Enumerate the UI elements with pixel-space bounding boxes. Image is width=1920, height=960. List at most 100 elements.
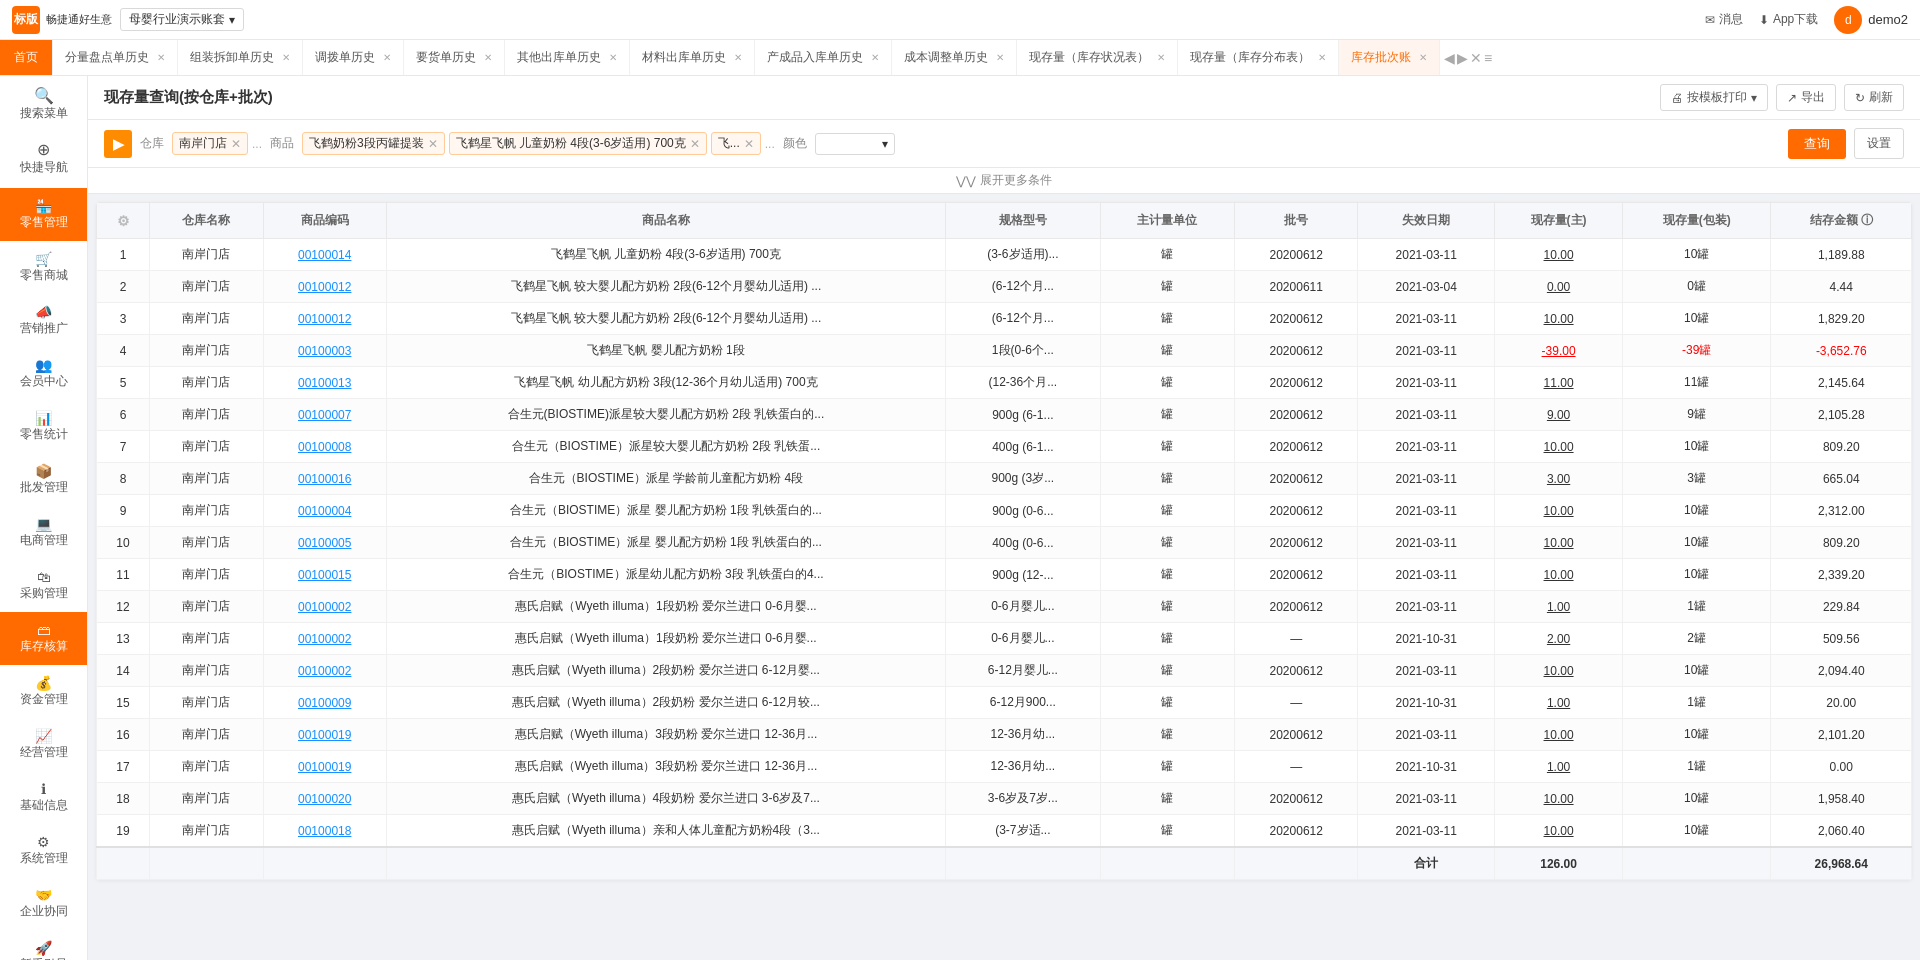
- tab-close-icon[interactable]: ✕: [1470, 50, 1482, 66]
- query-btn[interactable]: 查询: [1788, 129, 1846, 159]
- close-tab-icon[interactable]: ✕: [1157, 52, 1165, 63]
- row-code[interactable]: 00100019: [263, 719, 386, 751]
- tab-next-icon[interactable]: ▶: [1457, 50, 1468, 66]
- tab-inventory-dist[interactable]: 现存量（库存分布表） ✕: [1178, 40, 1339, 76]
- expand-more-conditions[interactable]: ⋁⋁ 展开更多条件: [88, 168, 1920, 194]
- row-qty-main[interactable]: 1.00: [1495, 591, 1623, 623]
- tab-product-inbound[interactable]: 产成品入库单历史 ✕: [755, 40, 892, 76]
- row-qty-main[interactable]: 10.00: [1495, 719, 1623, 751]
- sidebar-item-marketing[interactable]: 📣 营销推广: [0, 294, 87, 347]
- row-code[interactable]: 00100003: [263, 335, 386, 367]
- close-tab-icon[interactable]: ✕: [734, 52, 742, 63]
- row-code[interactable]: 00100013: [263, 367, 386, 399]
- close-tab-icon[interactable]: ✕: [484, 52, 492, 63]
- close-tab-icon[interactable]: ✕: [1419, 52, 1427, 63]
- row-code[interactable]: 00100008: [263, 431, 386, 463]
- row-qty-main[interactable]: 9.00: [1495, 399, 1623, 431]
- remove-warehouse-tag[interactable]: ✕: [231, 137, 241, 151]
- tab-other-outbound[interactable]: 其他出库单历史 ✕: [505, 40, 630, 76]
- tab-mix[interactable]: 调拨单历史 ✕: [303, 40, 404, 76]
- row-code[interactable]: 00100020: [263, 783, 386, 815]
- tab-cost-adjust[interactable]: 成本调整单历史 ✕: [892, 40, 1017, 76]
- message-btn[interactable]: ✉ 消息: [1705, 11, 1743, 28]
- remove-product-more[interactable]: ✕: [744, 137, 754, 151]
- row-code[interactable]: 00100005: [263, 527, 386, 559]
- row-qty-main[interactable]: 0.00: [1495, 271, 1623, 303]
- sidebar-item-inventory[interactable]: 🗃 库存核算: [0, 612, 87, 665]
- tab-partial-inventory[interactable]: 分量盘点单历史 ✕: [53, 40, 178, 76]
- filter-expand-btn[interactable]: ▶: [104, 130, 132, 158]
- product-more[interactable]: ...: [765, 137, 775, 151]
- print-btn[interactable]: 🖨 按模板打印 ▾: [1660, 84, 1768, 111]
- row-qty-main[interactable]: 10.00: [1495, 303, 1623, 335]
- sidebar-search[interactable]: 🔍 搜索菜单: [0, 76, 87, 132]
- sidebar-item-operations[interactable]: 📈 经营管理: [0, 718, 87, 771]
- color-select[interactable]: ▾: [815, 133, 895, 155]
- row-code[interactable]: 00100012: [263, 303, 386, 335]
- sidebar-item-retail-stats[interactable]: 📊 零售统计: [0, 400, 87, 453]
- row-code[interactable]: 00100018: [263, 815, 386, 848]
- close-tab-icon[interactable]: ✕: [1318, 52, 1326, 63]
- row-code[interactable]: 00100009: [263, 687, 386, 719]
- tab-inventory-status[interactable]: 现存量（库存状况表） ✕: [1017, 40, 1178, 76]
- sidebar-item-ecommerce[interactable]: 💻 电商管理: [0, 506, 87, 559]
- sidebar-item-wholesale[interactable]: 📦 批发管理: [0, 453, 87, 506]
- user-avatar[interactable]: d demo2: [1834, 6, 1908, 34]
- row-code[interactable]: 00100004: [263, 495, 386, 527]
- setting-btn[interactable]: 设置: [1854, 128, 1904, 159]
- row-qty-main[interactable]: 10.00: [1495, 239, 1623, 271]
- refresh-btn[interactable]: ↻ 刷新: [1844, 84, 1904, 111]
- row-code[interactable]: 00100015: [263, 559, 386, 591]
- row-code[interactable]: 00100016: [263, 463, 386, 495]
- row-qty-main[interactable]: 10.00: [1495, 655, 1623, 687]
- sidebar-item-retail[interactable]: 🏪 零售管理: [0, 188, 87, 241]
- tab-selector[interactable]: 母婴行业演示账套 ▾: [120, 8, 244, 31]
- row-qty-main[interactable]: 1.00: [1495, 687, 1623, 719]
- row-qty-main[interactable]: 1.00: [1495, 751, 1623, 783]
- close-tab-icon[interactable]: ✕: [157, 52, 165, 63]
- tab-disassemble[interactable]: 组装拆卸单历史 ✕: [178, 40, 303, 76]
- row-code[interactable]: 00100002: [263, 623, 386, 655]
- sidebar-item-retail-shop[interactable]: 🛒 零售商城: [0, 241, 87, 294]
- close-tab-icon[interactable]: ✕: [996, 52, 1004, 63]
- row-qty-main[interactable]: 10.00: [1495, 559, 1623, 591]
- tab-menu-icon[interactable]: ≡: [1484, 50, 1492, 66]
- row-qty-main[interactable]: 10.00: [1495, 815, 1623, 848]
- remove-product-tag-1[interactable]: ✕: [428, 137, 438, 151]
- row-code[interactable]: 00100014: [263, 239, 386, 271]
- sidebar-item-enterprise[interactable]: 🤝 企业协同: [0, 877, 87, 930]
- row-qty-main[interactable]: 3.00: [1495, 463, 1623, 495]
- export-btn[interactable]: ↗ 导出: [1776, 84, 1836, 111]
- sidebar-item-new-guide[interactable]: 🚀 新手引导: [0, 930, 87, 960]
- row-code[interactable]: 00100002: [263, 591, 386, 623]
- row-qty-main[interactable]: -39.00: [1495, 335, 1623, 367]
- sidebar-quick-nav[interactable]: ⊕ 快捷导航: [0, 132, 87, 184]
- warehouse-more[interactable]: ...: [252, 137, 262, 151]
- row-code[interactable]: 00100019: [263, 751, 386, 783]
- close-tab-icon[interactable]: ✕: [609, 52, 617, 63]
- row-qty-main[interactable]: 2.00: [1495, 623, 1623, 655]
- row-qty-main[interactable]: 10.00: [1495, 495, 1623, 527]
- sidebar-item-purchase[interactable]: 🛍 采购管理: [0, 559, 87, 612]
- row-code[interactable]: 00100012: [263, 271, 386, 303]
- close-tab-icon[interactable]: ✕: [383, 52, 391, 63]
- sidebar-item-system[interactable]: ⚙ 系统管理: [0, 824, 87, 877]
- tab-prev-icon[interactable]: ◀: [1444, 50, 1455, 66]
- close-tab-icon[interactable]: ✕: [871, 52, 879, 63]
- remove-product-tag-2[interactable]: ✕: [690, 137, 700, 151]
- sidebar-item-member[interactable]: 👥 会员中心: [0, 347, 87, 400]
- sidebar-item-basic[interactable]: ℹ 基础信息: [0, 771, 87, 824]
- row-code[interactable]: 00100007: [263, 399, 386, 431]
- tab-material-outbound[interactable]: 材料出库单历史 ✕: [630, 40, 755, 76]
- row-qty-main[interactable]: 10.00: [1495, 527, 1623, 559]
- row-code[interactable]: 00100002: [263, 655, 386, 687]
- tab-requisition[interactable]: 要货单历史 ✕: [404, 40, 505, 76]
- app-download-btn[interactable]: ⬇ App下载: [1759, 11, 1818, 28]
- tab-batch-voucher[interactable]: 库存批次账 ✕: [1339, 40, 1440, 76]
- col-settings[interactable]: ⚙: [97, 203, 150, 239]
- close-tab-icon[interactable]: ✕: [282, 52, 290, 63]
- row-qty-main[interactable]: 10.00: [1495, 431, 1623, 463]
- tab-home[interactable]: 首页: [0, 40, 53, 76]
- sidebar-item-finance[interactable]: 💰 资金管理: [0, 665, 87, 718]
- row-qty-main[interactable]: 11.00: [1495, 367, 1623, 399]
